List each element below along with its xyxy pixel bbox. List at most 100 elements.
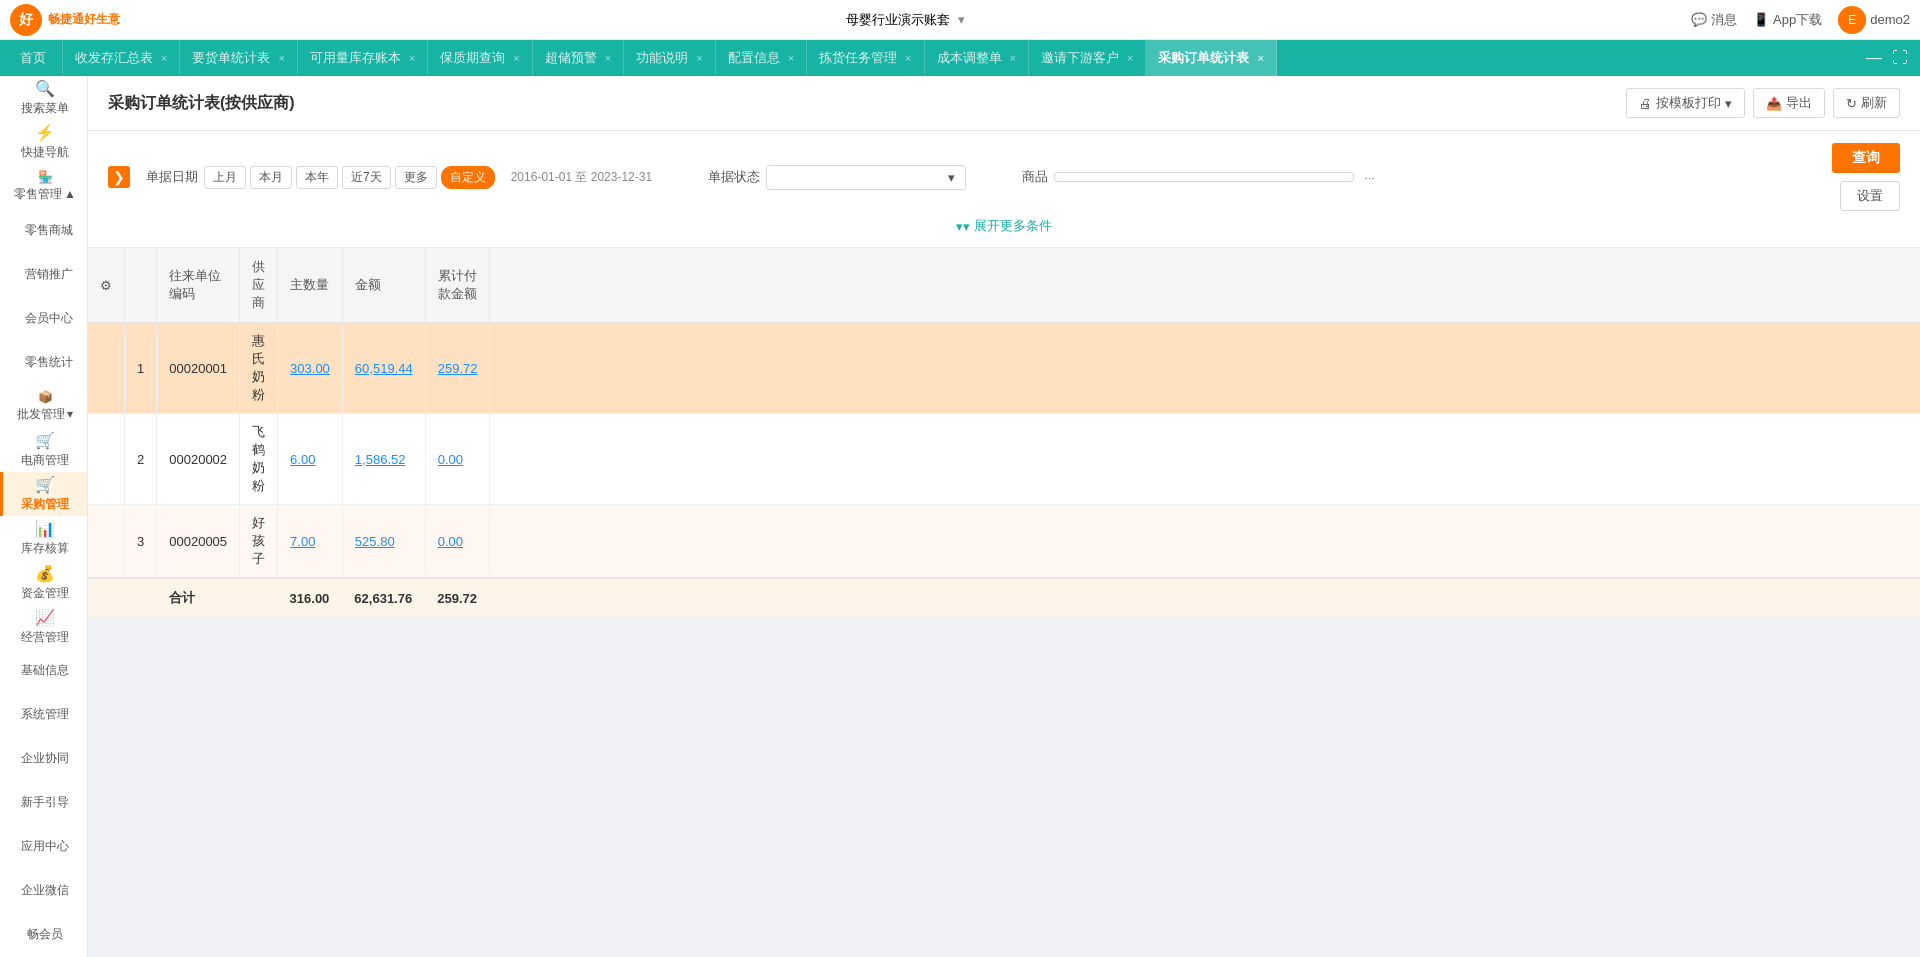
- tab-keyong[interactable]: 可用量库存账本 ×: [298, 40, 428, 76]
- sidebar-item-newguide[interactable]: 新手引导: [0, 781, 87, 825]
- tab-baoquan[interactable]: 保质期查询 ×: [428, 40, 532, 76]
- sidebar-item-retail-stat[interactable]: 零售统计: [0, 340, 87, 384]
- sidebar-item-operation[interactable]: 📈 经营管理: [0, 605, 87, 649]
- close-icon[interactable]: ×: [605, 52, 611, 64]
- tab-shoufah-label: 收发存汇总表: [75, 49, 153, 67]
- sidebar-item-ecommerce[interactable]: 🛒 电商管理: [0, 428, 87, 472]
- sidebar-item-basic[interactable]: 基础信息: [0, 649, 87, 693]
- ecommerce-label: 电商管理: [21, 452, 69, 469]
- tab-home[interactable]: 首页: [4, 40, 63, 76]
- sidebar-item-quicknav[interactable]: ⚡ 快捷导航: [0, 120, 87, 164]
- tab-caigou[interactable]: 采购订单统计表 ×: [1146, 40, 1276, 76]
- date-filter: 单据日期 上月 本月 本年 近7天 更多 自定义: [146, 166, 495, 189]
- toggle-button[interactable]: ❯: [108, 166, 130, 188]
- print-button[interactable]: 🖨 按模板打印 ▾: [1626, 88, 1745, 118]
- sidebar-item-wechat[interactable]: 企业微信: [0, 869, 87, 913]
- operation-icon: 📈: [35, 608, 55, 627]
- shortcut-custom[interactable]: 自定义: [441, 166, 495, 189]
- tab-pinhuo-label: 拣货任务管理: [819, 49, 897, 67]
- table-footer: 合计 316.00 62,631.76 259.72: [88, 578, 1920, 617]
- footer-label: 合计: [157, 578, 240, 617]
- close-icon[interactable]: ×: [409, 52, 415, 64]
- close-icon[interactable]: ×: [788, 52, 794, 64]
- row-amount: 60,519.44: [342, 323, 425, 414]
- retail-label: 零售管理: [14, 186, 62, 203]
- sidebar-item-marketing[interactable]: 营销推广: [0, 252, 87, 296]
- system-label: 系统管理: [21, 706, 69, 723]
- table-row[interactable]: 1 00020001 惠氏奶粉 303.00 60,519.44 259.72: [88, 323, 1920, 414]
- export-button[interactable]: 📤 导出: [1753, 88, 1825, 118]
- date-range-text: 2016-01-01 至 2023-12-31: [511, 169, 652, 186]
- tab-peizhi[interactable]: 配置信息 ×: [716, 40, 807, 76]
- sidebar-item-wholesale[interactable]: 📦 批发管理 ▾: [0, 384, 87, 428]
- table-row[interactable]: 3 00020005 好孩子 7.00 525.80 0.00: [88, 505, 1920, 579]
- footer-extra: [490, 578, 1920, 617]
- page-title: 采购订单统计表(按供应商): [108, 93, 295, 114]
- app-download-button[interactable]: 📱 App下载: [1753, 11, 1822, 29]
- tab-yaohuo[interactable]: 要货单统计表 ×: [180, 40, 297, 76]
- row-supplier: 好孩子: [240, 505, 278, 579]
- shortcut-more[interactable]: 更多: [395, 166, 437, 189]
- sidebar-item-retail-shop[interactable]: 零售商城: [0, 208, 87, 252]
- sidebar-item-finance[interactable]: 💰 资金管理: [0, 561, 87, 605]
- close-icon[interactable]: ×: [905, 52, 911, 64]
- appcenter-label: 应用中心: [21, 838, 69, 855]
- sidebar-item-inventory[interactable]: 📊 库存核算: [0, 516, 87, 560]
- layout: 🔍 搜索菜单 ⚡ 快捷导航 🏪 零售管理 ▲ 零售商城 营销推广 会员中心 零售…: [0, 76, 1920, 957]
- shortcut-this-year[interactable]: 本年: [296, 166, 338, 189]
- message-button[interactable]: 💬 消息: [1691, 11, 1737, 29]
- close-icon[interactable]: ×: [161, 52, 167, 64]
- workspace-dropdown-icon[interactable]: ▾: [958, 12, 965, 27]
- table-row[interactable]: 2 00020002 飞鹤奶粉 6.00 1,586.52 0.00: [88, 414, 1920, 505]
- goods-input[interactable]: [1054, 172, 1354, 182]
- close-icon[interactable]: ×: [278, 52, 284, 64]
- row-settings: [88, 414, 125, 505]
- goods-filter: 商品 ···: [1022, 168, 1375, 186]
- sidebar-item-retail[interactable]: 🏪 零售管理 ▲: [0, 164, 87, 208]
- more-dots[interactable]: ···: [1364, 170, 1375, 185]
- sidebar-item-vip[interactable]: 畅会员: [0, 913, 87, 957]
- finance-label: 资金管理: [21, 585, 69, 602]
- workspace-selector[interactable]: 母婴行业演示账套 ▾: [846, 11, 965, 29]
- tab-chaochuu[interactable]: 超储预警 ×: [533, 40, 624, 76]
- operation-label: 经营管理: [21, 629, 69, 646]
- col-settings[interactable]: ⚙: [88, 248, 125, 323]
- tab-shoufah[interactable]: 收发存汇总表 ×: [63, 40, 180, 76]
- sidebar-item-appcenter[interactable]: 应用中心: [0, 825, 87, 869]
- app-download-label: App下载: [1773, 11, 1822, 29]
- close-icon[interactable]: ×: [513, 52, 519, 64]
- sidebar-item-enterprise[interactable]: 企业协同: [0, 737, 87, 781]
- row-num: 3: [125, 505, 157, 579]
- maximize-icon[interactable]: ⛶: [1892, 49, 1908, 67]
- user-profile[interactable]: E demo2: [1838, 6, 1910, 34]
- sidebar-item-member[interactable]: 会员中心: [0, 296, 87, 340]
- refresh-button[interactable]: ↻ 刷新: [1833, 88, 1900, 118]
- settings-button[interactable]: 设置: [1840, 181, 1900, 211]
- close-icon[interactable]: ×: [1257, 52, 1263, 64]
- download-icon: 📱: [1753, 12, 1769, 27]
- expand-more-row[interactable]: ▾▾ 展开更多条件: [108, 211, 1900, 235]
- tab-yaoqing[interactable]: 邀请下游客户 ×: [1029, 40, 1146, 76]
- query-button[interactable]: 查询: [1832, 143, 1900, 173]
- row-num: 1: [125, 323, 157, 414]
- shortcut-7-days[interactable]: 近7天: [342, 166, 391, 189]
- shortcut-this-month[interactable]: 本月: [250, 166, 292, 189]
- sidebar-item-system[interactable]: 系统管理: [0, 693, 87, 737]
- status-label: 单据状态: [708, 168, 760, 186]
- tab-pinhuo[interactable]: 拣货任务管理 ×: [807, 40, 924, 76]
- status-select[interactable]: ▾: [766, 165, 966, 190]
- row-qty: 7.00: [278, 505, 343, 579]
- top-right-actions: 💬 消息 📱 App下载 E demo2: [1691, 6, 1910, 34]
- tab-gongneng[interactable]: 功能说明 ×: [624, 40, 715, 76]
- sidebar-item-search[interactable]: 🔍 搜索菜单: [0, 76, 87, 120]
- col-rownum: [125, 248, 157, 323]
- row-num: 2: [125, 414, 157, 505]
- inventory-icon: 📊: [35, 519, 55, 538]
- close-icon[interactable]: ×: [1127, 52, 1133, 64]
- sidebar-item-purchase[interactable]: 🛒 采购管理: [0, 472, 87, 516]
- tab-chengben[interactable]: 成本调整单 ×: [925, 40, 1029, 76]
- close-icon[interactable]: ×: [1010, 52, 1016, 64]
- shortcut-last-month[interactable]: 上月: [204, 166, 246, 189]
- minimize-icon[interactable]: —: [1866, 49, 1882, 67]
- close-icon[interactable]: ×: [696, 52, 702, 64]
